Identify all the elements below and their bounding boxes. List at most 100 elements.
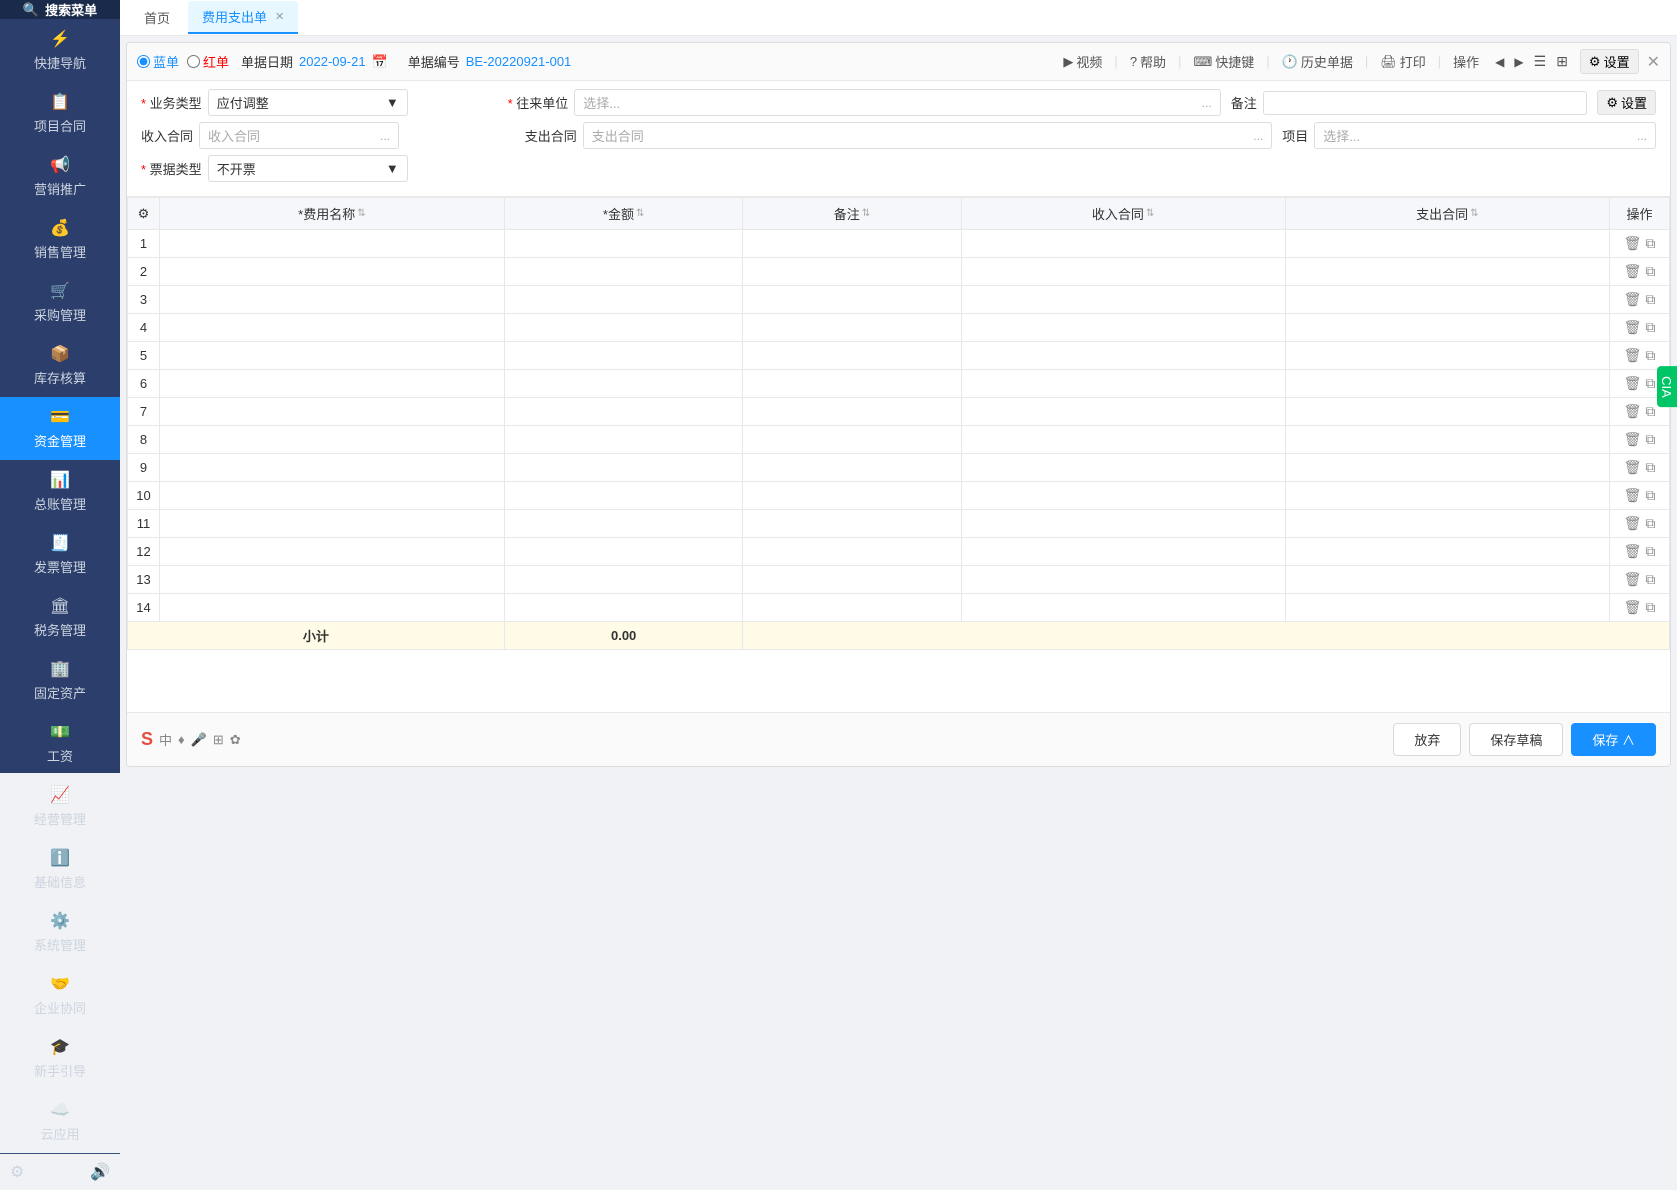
nav-grid[interactable]: ⊞	[1552, 51, 1572, 72]
sidebar-item-cloud-app[interactable]: ☁️ 云应用	[0, 1090, 120, 1153]
sidebar-item-project-contract[interactable]: 📋 项目合同	[0, 82, 120, 145]
nav-next[interactable]: ▶	[1510, 53, 1527, 71]
cell-income-contract-5[interactable]	[961, 342, 1285, 370]
cell-expense-name-14[interactable]	[160, 594, 505, 622]
th-amount[interactable]: *金额 ⇅	[504, 198, 743, 230]
cell-expense-contract-4[interactable]	[1285, 314, 1609, 342]
copy-icon-2[interactable]: ⧉	[1645, 263, 1655, 280]
cell-remark-6[interactable]	[743, 370, 961, 398]
sidebar-item-operation[interactable]: 📈 经营管理	[0, 775, 120, 838]
delete-icon-5[interactable]: 🗑	[1624, 347, 1642, 364]
copy-icon-7[interactable]: ⧉	[1645, 403, 1655, 420]
green-side-tab[interactable]: CIA	[1657, 366, 1677, 408]
th-expense-contract[interactable]: 支出合同 ⇅	[1285, 198, 1609, 230]
copy-icon-3[interactable]: ⧉	[1645, 291, 1655, 308]
cell-amount-2[interactable]	[504, 258, 743, 286]
save-btn[interactable]: 保存 ∧	[1571, 723, 1656, 756]
sidebar-item-purchase[interactable]: 🛒 采购管理	[0, 271, 120, 334]
sidebar-item-sales[interactable]: 💰 销售管理	[0, 208, 120, 271]
copy-icon-12[interactable]: ⧉	[1645, 543, 1655, 560]
cell-expense-name-7[interactable]	[160, 398, 505, 426]
sidebar-item-accounting[interactable]: 📊 总账管理	[0, 460, 120, 523]
expense-contract-select[interactable]: 支出合同 ...	[583, 122, 1272, 149]
cell-expense-name-13[interactable]	[160, 566, 505, 594]
cell-expense-contract-1[interactable]	[1285, 230, 1609, 258]
help-btn[interactable]: ? 帮助	[1126, 50, 1170, 73]
cell-remark-1[interactable]	[743, 230, 961, 258]
cell-amount-4[interactable]	[504, 314, 743, 342]
cell-amount-1[interactable]	[504, 230, 743, 258]
cell-remark-8[interactable]	[743, 426, 961, 454]
cell-expense-contract-12[interactable]	[1285, 538, 1609, 566]
sidebar-item-tax[interactable]: 🏛 税务管理	[0, 586, 120, 649]
cell-remark-7[interactable]	[743, 398, 961, 426]
counterpart-select[interactable]: 选择... ...	[574, 89, 1220, 116]
cell-expense-name-9[interactable]	[160, 454, 505, 482]
income-contract-select[interactable]: 收入合同 ...	[199, 122, 399, 149]
sidebar-item-marketing[interactable]: 📢 营销推广	[0, 145, 120, 208]
delete-icon-12[interactable]: 🗑	[1624, 543, 1642, 560]
cell-remark-14[interactable]	[743, 594, 961, 622]
video-btn[interactable]: ▶ 视频	[1059, 50, 1106, 73]
shortcut-btn[interactable]: ⌨ 快捷键	[1189, 50, 1258, 73]
abandon-btn[interactable]: 放弃	[1393, 723, 1461, 756]
delete-icon-3[interactable]: 🗑	[1624, 291, 1642, 308]
settings-right-btn[interactable]: ⚙ 设置	[1597, 90, 1656, 115]
nav-list[interactable]: ☰	[1530, 51, 1551, 72]
cell-amount-14[interactable]	[504, 594, 743, 622]
cell-expense-contract-13[interactable]	[1285, 566, 1609, 594]
cell-expense-name-4[interactable]	[160, 314, 505, 342]
cell-expense-contract-8[interactable]	[1285, 426, 1609, 454]
copy-icon-1[interactable]: ⧉	[1645, 235, 1655, 252]
cell-remark-4[interactable]	[743, 314, 961, 342]
close-btn[interactable]: ✕	[1647, 52, 1660, 72]
cell-remark-11[interactable]	[743, 510, 961, 538]
number-value[interactable]: BE-20220921-001	[466, 54, 572, 69]
table-container[interactable]: ⚙ *费用名称 ⇅ *金额 ⇅	[127, 197, 1670, 712]
cell-income-contract-3[interactable]	[961, 286, 1285, 314]
cell-expense-name-8[interactable]	[160, 426, 505, 454]
nav-prev[interactable]: ◀	[1491, 53, 1508, 71]
cell-amount-10[interactable]	[504, 482, 743, 510]
cell-expense-contract-6[interactable]	[1285, 370, 1609, 398]
cell-expense-name-2[interactable]	[160, 258, 505, 286]
sidebar-item-system[interactable]: ⚙️ 系统管理	[0, 901, 120, 964]
business-type-select[interactable]: 应付调整 ▼	[208, 89, 408, 116]
delete-icon-14[interactable]: 🗑	[1624, 599, 1642, 616]
cell-income-contract-2[interactable]	[961, 258, 1285, 286]
cell-amount-11[interactable]	[504, 510, 743, 538]
sidebar-item-salary[interactable]: 💵 工资	[0, 712, 120, 775]
settings-right[interactable]: ⚙ 设置	[1597, 90, 1656, 115]
cell-expense-contract-9[interactable]	[1285, 454, 1609, 482]
cell-remark-2[interactable]	[743, 258, 961, 286]
cell-income-contract-4[interactable]	[961, 314, 1285, 342]
cell-remark-13[interactable]	[743, 566, 961, 594]
ticket-type-select[interactable]: 不开票 ▼	[208, 155, 408, 182]
delete-icon-6[interactable]: 🗑	[1624, 375, 1642, 392]
cell-expense-name-6[interactable]	[160, 370, 505, 398]
delete-icon-10[interactable]: 🗑	[1624, 487, 1642, 504]
cell-amount-12[interactable]	[504, 538, 743, 566]
cell-remark-3[interactable]	[743, 286, 961, 314]
cell-expense-contract-7[interactable]	[1285, 398, 1609, 426]
cell-expense-contract-3[interactable]	[1285, 286, 1609, 314]
delete-icon-4[interactable]: 🗑	[1624, 319, 1642, 336]
cell-expense-contract-10[interactable]	[1285, 482, 1609, 510]
th-gear[interactable]: ⚙	[128, 198, 160, 230]
cell-amount-3[interactable]	[504, 286, 743, 314]
th-expense-name[interactable]: *费用名称 ⇅	[160, 198, 505, 230]
cell-amount-8[interactable]	[504, 426, 743, 454]
cell-expense-name-11[interactable]	[160, 510, 505, 538]
sidebar-item-invoice[interactable]: 🧾 发票管理	[0, 523, 120, 586]
calendar-icon[interactable]: 📅	[372, 54, 388, 70]
th-income-contract[interactable]: 收入合同 ⇅	[961, 198, 1285, 230]
cell-income-contract-8[interactable]	[961, 426, 1285, 454]
date-value[interactable]: 2022-09-21	[299, 54, 366, 69]
print-btn[interactable]: 🖨 打印	[1376, 50, 1430, 73]
sidebar-item-basic-info[interactable]: ℹ️ 基础信息	[0, 838, 120, 901]
blue-single-radio[interactable]	[137, 55, 150, 68]
sidebar-item-new-user[interactable]: 🎓 新手引导	[0, 1027, 120, 1090]
cell-remark-5[interactable]	[743, 342, 961, 370]
volume-icon[interactable]: 🔊	[90, 1162, 110, 1182]
sidebar-item-capital[interactable]: 💳 资金管理	[0, 397, 120, 460]
